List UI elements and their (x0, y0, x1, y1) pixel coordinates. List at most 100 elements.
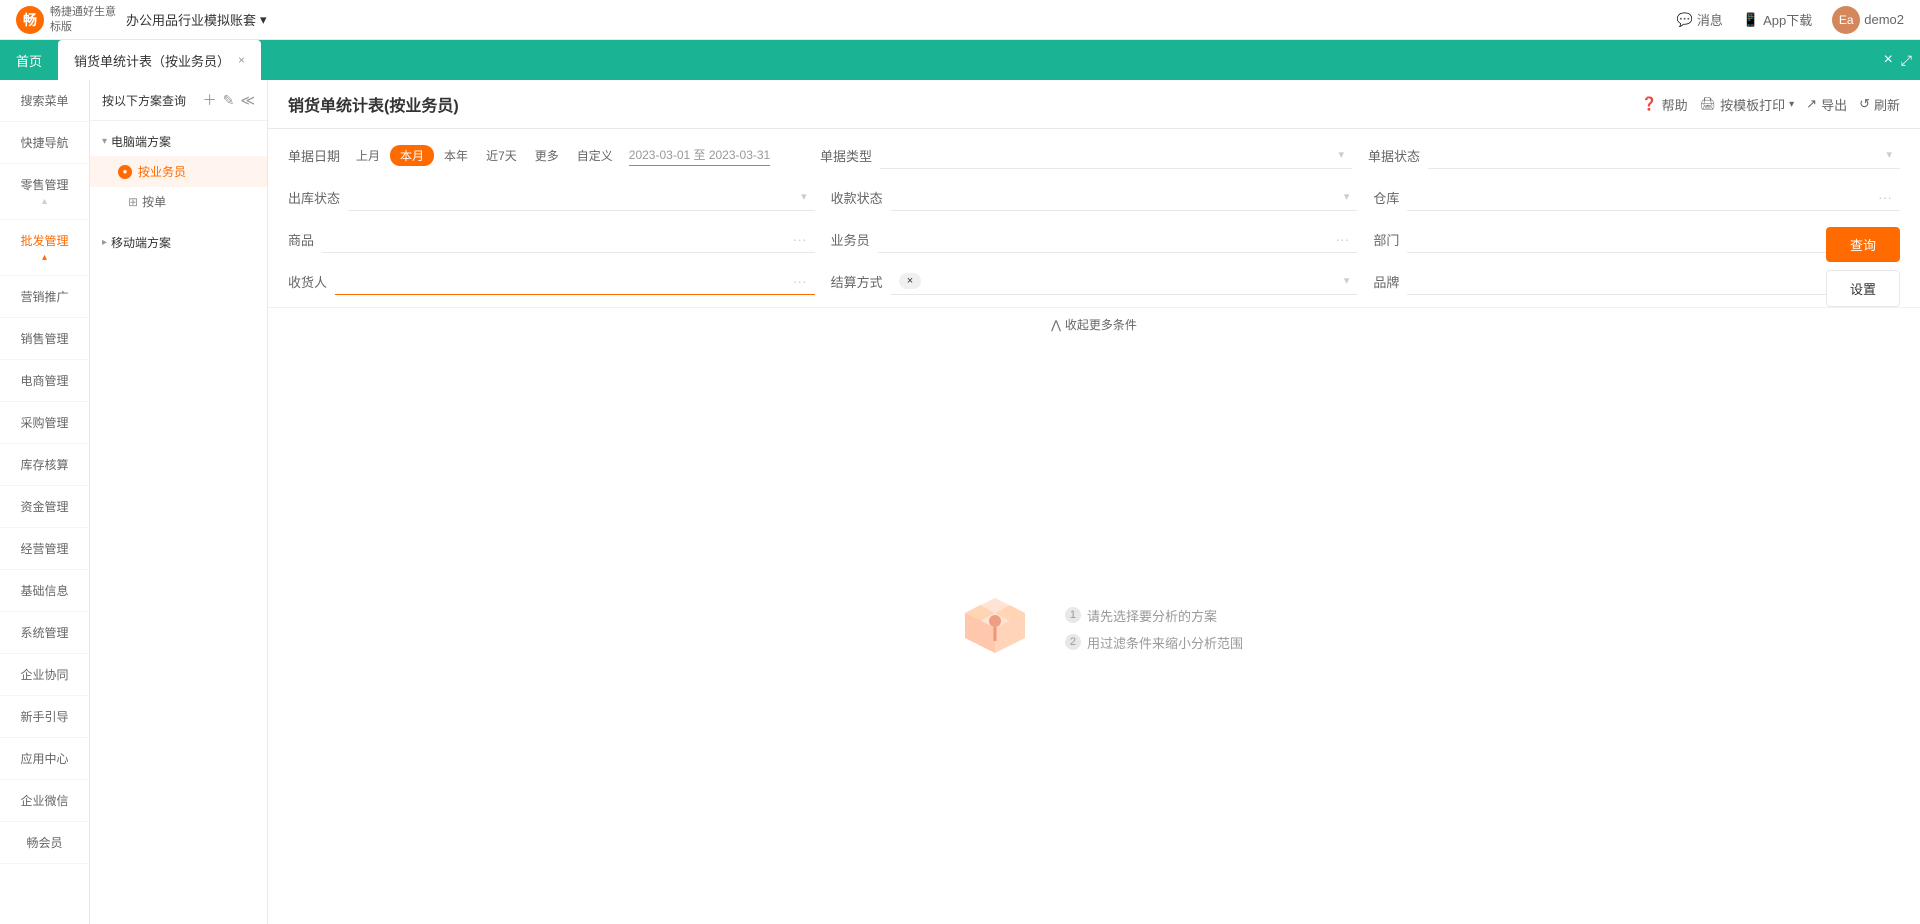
sidebar-item-enterprise[interactable]: 企业协同 (0, 654, 89, 696)
out-status-select[interactable]: ▾ (348, 183, 815, 211)
doc-type-select[interactable]: ▾ (880, 141, 1352, 169)
sidebar-item-purchase[interactable]: 采购管理 (0, 402, 89, 444)
filter-row-2: 出库状态 ▾ 收款状态 ▾ (288, 183, 1900, 211)
help-icon: ❓ (1641, 96, 1657, 112)
brand-label: 品牌 (1373, 272, 1399, 291)
export-button[interactable]: ↗ 导出 (1806, 95, 1847, 114)
collapse-bar[interactable]: ⋀ 收起更多条件 (268, 307, 1920, 341)
tab-close-icon[interactable]: × (238, 53, 245, 67)
collect-status-select[interactable]: ▾ (891, 183, 1358, 211)
date-filter: 单据日期 上月 本月 本年 近7天 更多 自定义 2023-03-01 至 20… (288, 144, 820, 166)
sidebar-item-operations[interactable]: 经营管理 (0, 528, 89, 570)
help-button[interactable]: ❓ 帮助 (1641, 95, 1687, 114)
receiver-filter: 收货人 ··· (288, 267, 815, 295)
date-btn-more[interactable]: 更多 (527, 145, 567, 166)
settle-method-tag: × (899, 273, 921, 289)
sidebar-item-inventory[interactable]: 库存核算 (0, 444, 89, 486)
logo-text: 畅捷通好生意 标版 (50, 5, 116, 34)
salesman-label: 业务员 (831, 230, 870, 249)
date-btn-this-year[interactable]: 本年 (436, 145, 476, 166)
scheme-group-desktop-header[interactable]: ▾ 电脑端方案 (90, 127, 267, 156)
user-menu[interactable]: Ea demo2 (1832, 6, 1904, 34)
empty-tip-1: 1 请先选择要分析的方案 (1065, 606, 1243, 625)
sidebar-item-wholesale[interactable]: 批发管理 ▴ (0, 220, 89, 276)
empty-tip-2: 2 用过滤条件来缩小分析范围 (1065, 633, 1243, 652)
app-download-button[interactable]: 📱 App下载 (1743, 10, 1812, 29)
settings-button[interactable]: 设置 (1826, 270, 1900, 307)
tag-close-icon[interactable]: × (907, 275, 913, 287)
filter-bottom: ⋀ 收起更多条件 查询 设置 (268, 307, 1920, 341)
filter-row-4: 收货人 ··· 结算方式 × (288, 267, 1900, 295)
sidebar-item-members[interactable]: 畅会员 (0, 822, 89, 864)
date-btn-last-month[interactable]: 上月 (348, 145, 388, 166)
tab-bar-controls: × ⤢ (1883, 51, 1912, 69)
date-buttons: 上月 本月 本年 近7天 更多 自定义 (348, 145, 621, 166)
collapse-panel-icon[interactable]: ≪ (240, 92, 255, 109)
collect-status-arrow: ▾ (1344, 190, 1350, 203)
department-label: 部门 (1373, 230, 1399, 249)
top-bar-left: 畅 畅捷通好生意 标版 办公用品行业模拟账套 ▾ (16, 5, 267, 34)
tab-home[interactable]: 首页 (0, 40, 58, 80)
salesman-select[interactable]: ··· (878, 225, 1358, 253)
collapse-button[interactable]: ⋀ 收起更多条件 (1051, 316, 1137, 333)
scheme-item-salesman[interactable]: ● 按业务员 (90, 156, 267, 187)
refresh-button[interactable]: ↺ 刷新 (1859, 95, 1900, 114)
empty-state: 1 请先选择要分析的方案 2 用过滤条件来缩小分析范围 (945, 583, 1243, 683)
sidebar-item-wechat[interactable]: 企业微信 (0, 780, 89, 822)
doc-status-select[interactable]: ▾ (1428, 141, 1900, 169)
tab-sales-stats[interactable]: 销货单统计表（按业务员） × (58, 40, 261, 80)
filter-row-3: 商品 ··· 业务员 ··· (288, 225, 1900, 253)
filter-row-1: 单据日期 上月 本月 本年 近7天 更多 自定义 2023-03-01 至 20… (288, 141, 1900, 169)
scheme-item-order[interactable]: ⊞ 按单 (90, 187, 267, 216)
print-button[interactable]: 🖨 按模板打印 ▾ (1700, 95, 1795, 114)
settle-method-filter: 结算方式 × ▾ (831, 267, 1358, 295)
goods-select[interactable]: ··· (322, 225, 815, 253)
scheme-group-mobile: ▸ 移动端方案 (90, 222, 267, 263)
sidebar-item-marketing[interactable]: 营销推广 (0, 276, 89, 318)
scheme-group-mobile-header[interactable]: ▸ 移动端方案 (90, 228, 267, 257)
sidebar-item-basic-info[interactable]: 基础信息 (0, 570, 89, 612)
sidebar-item-finance[interactable]: 资金管理 (0, 486, 89, 528)
close-window-icon[interactable]: × (1883, 51, 1892, 69)
tab-bar: 首页 销货单统计表（按业务员） × × ⤢ (0, 40, 1920, 80)
doc-type-filter: 单据类型 ▾ (820, 141, 1352, 169)
date-btn-custom[interactable]: 自定义 (569, 145, 621, 166)
query-button[interactable]: 查询 (1826, 227, 1900, 262)
out-status-label: 出库状态 (288, 188, 340, 207)
add-scheme-icon[interactable]: ＋ (203, 90, 217, 110)
brand-filter: 品牌 ··· (1373, 267, 1900, 295)
out-status-filter: 出库状态 ▾ (288, 183, 815, 211)
sidebar-item-apps[interactable]: 应用中心 (0, 738, 89, 780)
receiver-input[interactable]: ··· (335, 267, 815, 295)
settle-method-select[interactable]: × ▾ (891, 267, 1358, 295)
collect-status-filter: 收款状态 ▾ (831, 183, 1358, 211)
doc-status-arrow: ▾ (1886, 148, 1892, 161)
sidebar-item-sales[interactable]: 销售管理 (0, 318, 89, 360)
edit-scheme-icon[interactable]: ✎ (223, 92, 235, 109)
sidebar-item-system[interactable]: 系统管理 (0, 612, 89, 654)
maximize-icon[interactable]: ⤢ (1901, 52, 1912, 69)
logo-area: 畅 畅捷通好生意 标版 (16, 5, 116, 34)
date-range-display: 2023-03-01 至 2023-03-31 (629, 144, 770, 166)
warehouse-select[interactable]: ··· (1407, 183, 1900, 211)
date-label: 单据日期 (288, 146, 340, 165)
out-status-arrow: ▾ (801, 190, 807, 203)
warehouse-label: 仓库 (1373, 188, 1399, 207)
message-button[interactable]: 💬 消息 (1677, 10, 1723, 29)
salesman-filter: 业务员 ··· (831, 225, 1358, 253)
doc-type-label: 单据类型 (820, 146, 872, 165)
sidebar: 搜索菜单 快捷导航 零售管理 ▴ 批发管理 ▴ 营销推广 销售管理 电商管理 采… (0, 80, 90, 924)
print-icon: 🖨 (1700, 96, 1717, 112)
date-btn-this-month[interactable]: 本月 (390, 145, 434, 166)
sidebar-item-retail[interactable]: 零售管理 ▴ (0, 164, 89, 220)
page-title: 销货单统计表(按业务员) (288, 92, 459, 128)
sidebar-item-quicknav[interactable]: 快捷导航 (0, 122, 89, 164)
sidebar-item-ecommerce[interactable]: 电商管理 (0, 360, 89, 402)
top-bar: 畅 畅捷通好生意 标版 办公用品行业模拟账套 ▾ 💬 消息 📱 App下载 Ea… (0, 0, 1920, 40)
sidebar-item-search[interactable]: 搜索菜单 (0, 80, 89, 122)
date-btn-7days[interactable]: 近7天 (478, 145, 525, 166)
app-selector[interactable]: 办公用品行业模拟账套 ▾ (126, 10, 267, 29)
settle-method-label: 结算方式 (831, 272, 883, 291)
sidebar-item-newbie[interactable]: 新手引导 (0, 696, 89, 738)
right-panel: 销货单统计表(按业务员) ❓ 帮助 🖨 按模板打印 ▾ ↗ 导出 (268, 80, 1920, 924)
